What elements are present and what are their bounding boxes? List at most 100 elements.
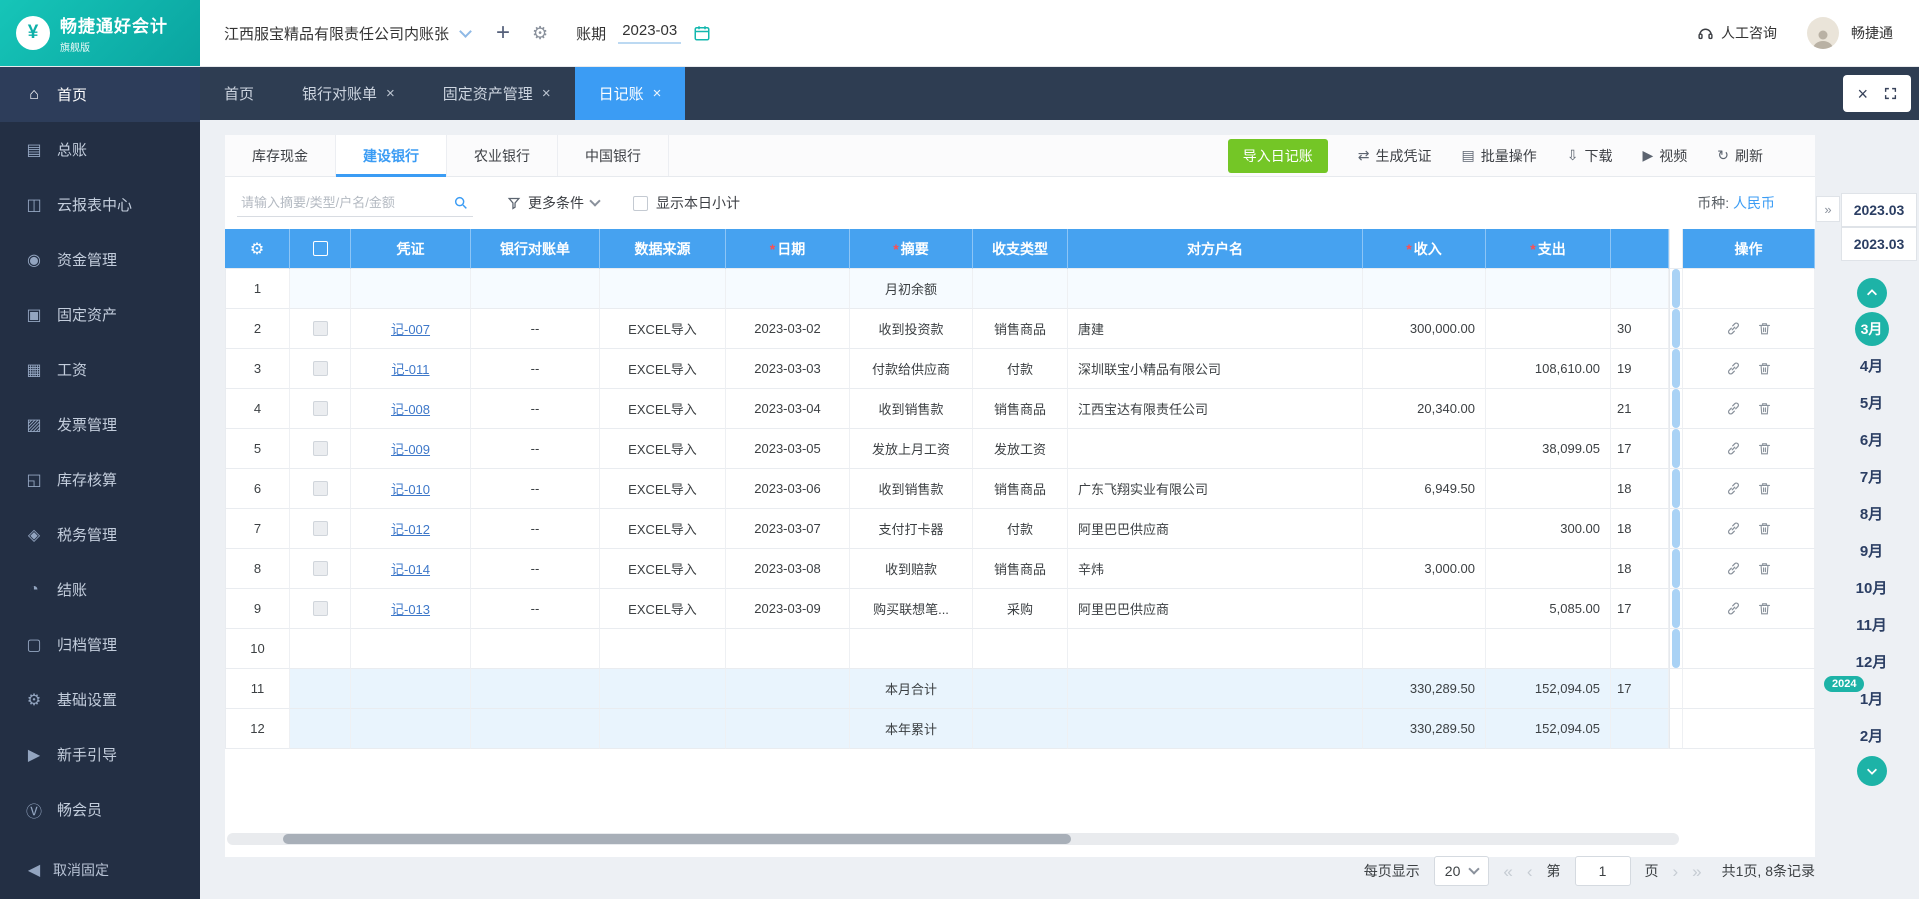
refresh-button[interactable]: ↻ 刷新 xyxy=(1717,146,1763,166)
attach-link-icon[interactable] xyxy=(1726,321,1741,336)
download-button[interactable]: ⇩ 下载 xyxy=(1567,146,1613,166)
first-page-icon[interactable]: « xyxy=(1503,863,1512,880)
bank-tab-建设银行[interactable]: 建设银行 xyxy=(336,135,447,177)
video-button[interactable]: ▶ 视频 xyxy=(1642,146,1687,166)
scrollbar-thumb[interactable] xyxy=(283,834,1071,844)
voucher-link[interactable]: 记-008 xyxy=(391,399,430,418)
month-item-6月[interactable]: 6月 xyxy=(1824,421,1919,458)
chevron-down-icon[interactable] xyxy=(459,24,472,38)
voucher-button[interactable]: ⇄ 生成凭证 xyxy=(1358,146,1432,166)
delete-icon[interactable] xyxy=(1757,601,1772,616)
sidebar-item-库存核算[interactable]: ◱ 库存核算 xyxy=(0,452,200,507)
vertical-scrollbar-thumb[interactable] xyxy=(1672,389,1680,428)
select-all-checkbox[interactable] xyxy=(312,241,328,256)
add-account-button[interactable]: + xyxy=(496,19,510,47)
delete-icon[interactable] xyxy=(1757,561,1772,576)
vertical-scrollbar-thumb[interactable] xyxy=(1672,429,1680,468)
subtotal-checkbox[interactable] xyxy=(633,195,648,211)
delete-icon[interactable] xyxy=(1757,361,1772,376)
support-button[interactable]: 人工咨询 xyxy=(1697,23,1777,43)
row-checkbox[interactable] xyxy=(312,481,328,496)
sidebar-item-结账[interactable]: ◔ 结账 xyxy=(0,562,200,617)
month-item-11月[interactable]: 11月 xyxy=(1824,606,1919,643)
voucher-link[interactable]: 记-013 xyxy=(391,599,430,618)
gear-icon[interactable]: ⚙ xyxy=(532,23,548,44)
sidebar-item-云报表中心[interactable]: ◫ 云报表中心 xyxy=(0,177,200,232)
row-checkbox[interactable] xyxy=(312,441,328,456)
voucher-link[interactable]: 记-009 xyxy=(391,439,430,458)
scroll-down-icon[interactable] xyxy=(1856,756,1887,786)
tab-固定资产管理[interactable]: 固定资产管理 × xyxy=(419,67,575,120)
month-item-7月[interactable]: 7月 xyxy=(1824,458,1919,495)
collapse-panel-button[interactable]: » xyxy=(1816,196,1840,222)
month-item-3月[interactable]: 3月 xyxy=(1824,310,1919,347)
account-selector[interactable]: 江西服宝精品有限责任公司内账张 xyxy=(224,23,449,44)
voucher-link[interactable]: 记-014 xyxy=(391,559,430,578)
sidebar-item-资金管理[interactable]: ◉ 资金管理 xyxy=(0,232,200,287)
row-checkbox[interactable] xyxy=(312,361,328,376)
vertical-scrollbar-thumb[interactable] xyxy=(1672,309,1680,348)
attach-link-icon[interactable] xyxy=(1726,401,1741,416)
row-checkbox[interactable] xyxy=(312,321,328,336)
sidebar-item-税务管理[interactable]: ◈ 税务管理 xyxy=(0,507,200,562)
bank-tab-中国银行[interactable]: 中国银行 xyxy=(558,135,669,176)
attach-link-icon[interactable] xyxy=(1726,521,1741,536)
attach-link-icon[interactable] xyxy=(1726,561,1741,576)
tab-close-icon[interactable]: × xyxy=(653,85,662,102)
sidebar-item-首页[interactable]: ⌂ 首页 xyxy=(0,67,200,122)
period-box-current[interactable]: 2023.03 xyxy=(1841,227,1917,261)
month-item-12月[interactable]: 12月 xyxy=(1824,643,1919,680)
sidebar-item-总账[interactable]: ▤ 总账 xyxy=(0,122,200,177)
scroll-up-icon[interactable] xyxy=(1856,278,1887,308)
page-number-input[interactable] xyxy=(1574,856,1631,886)
currency-value[interactable]: 人民币 xyxy=(1733,195,1775,211)
row-checkbox[interactable] xyxy=(312,601,328,616)
next-page-icon[interactable]: › xyxy=(1673,863,1679,880)
sidebar-item-归档管理[interactable]: ▢ 归档管理 xyxy=(0,617,200,672)
delete-icon[interactable] xyxy=(1757,441,1772,456)
calendar-icon[interactable] xyxy=(693,24,711,42)
delete-icon[interactable] xyxy=(1757,321,1772,336)
vertical-scrollbar-thumb[interactable] xyxy=(1672,509,1680,548)
search-input[interactable] xyxy=(241,195,453,210)
unpin-sidebar-button[interactable]: ◀ 取消固定 xyxy=(0,847,200,893)
attach-link-icon[interactable] xyxy=(1726,481,1741,496)
delete-icon[interactable] xyxy=(1757,521,1772,536)
tab-日记账[interactable]: 日记账 × xyxy=(574,67,686,120)
horizontal-scrollbar[interactable] xyxy=(227,833,1679,845)
tab-银行对账单[interactable]: 银行对账单 × xyxy=(278,67,419,120)
user-name[interactable]: 畅捷通 xyxy=(1851,23,1893,43)
vertical-scrollbar-thumb[interactable] xyxy=(1672,549,1680,588)
voucher-link[interactable]: 记-007 xyxy=(391,319,430,338)
batch-button[interactable]: ▤ 批量操作 xyxy=(1462,146,1537,166)
vertical-scrollbar-thumb[interactable] xyxy=(1672,589,1680,628)
attach-link-icon[interactable] xyxy=(1726,361,1741,376)
close-icon[interactable]: × xyxy=(1857,85,1868,103)
month-item-9月[interactable]: 9月 xyxy=(1824,532,1919,569)
sidebar-item-固定资产[interactable]: ▣ 固定资产 xyxy=(0,287,200,342)
tab-首页[interactable]: 首页 xyxy=(200,67,278,120)
bank-tab-农业银行[interactable]: 农业银行 xyxy=(447,135,558,176)
month-item-2月[interactable]: 2月 xyxy=(1824,717,1919,754)
attach-link-icon[interactable] xyxy=(1726,441,1741,456)
attach-link-icon[interactable] xyxy=(1726,601,1741,616)
fullscreen-icon[interactable] xyxy=(1884,87,1897,100)
sidebar-item-发票管理[interactable]: ▨ 发票管理 xyxy=(0,397,200,452)
voucher-link[interactable]: 记-010 xyxy=(391,479,430,498)
sidebar-item-畅会员[interactable]: Ⓥ 畅会员 xyxy=(0,782,200,837)
tab-close-icon[interactable]: × xyxy=(386,85,395,102)
row-checkbox[interactable] xyxy=(312,401,328,416)
prev-page-icon[interactable]: ‹ xyxy=(1527,863,1533,880)
voucher-link[interactable]: 记-011 xyxy=(391,359,429,378)
delete-icon[interactable] xyxy=(1757,481,1772,496)
period-value[interactable]: 2023-03 xyxy=(618,22,682,44)
vertical-scrollbar-thumb[interactable] xyxy=(1672,269,1680,308)
more-conditions-button[interactable]: 更多条件 xyxy=(507,193,601,213)
month-item-5月[interactable]: 5月 xyxy=(1824,384,1919,421)
bank-tab-库存现金[interactable]: 库存现金 xyxy=(225,135,336,176)
vertical-scrollbar-thumb[interactable] xyxy=(1672,629,1680,668)
month-item-10月[interactable]: 10月 xyxy=(1824,569,1919,606)
avatar[interactable] xyxy=(1807,17,1839,49)
delete-icon[interactable] xyxy=(1757,401,1772,416)
sidebar-item-工资[interactable]: ▦ 工资 xyxy=(0,342,200,397)
